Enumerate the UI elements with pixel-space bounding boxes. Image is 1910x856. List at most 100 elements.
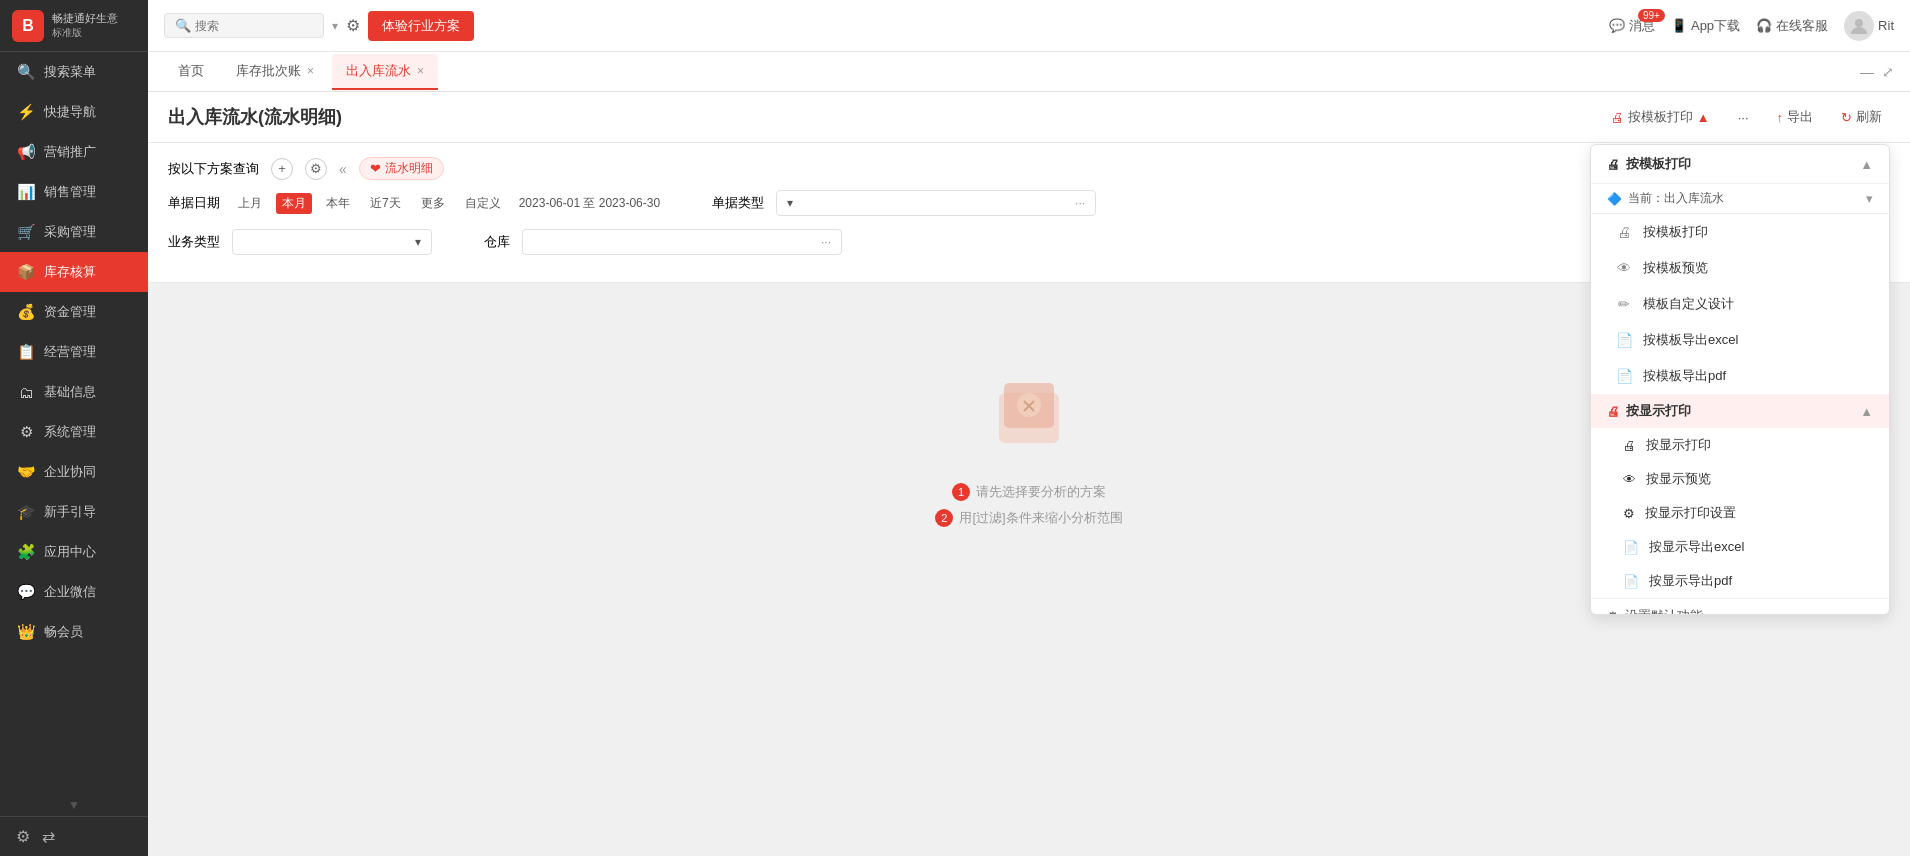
date-opt-this-year[interactable]: 本年 bbox=[320, 193, 356, 214]
business-type-select[interactable]: ▾ bbox=[232, 229, 432, 255]
sidebar-item-purchase[interactable]: 🛒 采购管理 bbox=[0, 212, 148, 252]
filter-add-btn[interactable]: + bbox=[271, 158, 293, 180]
tip-text-1: 请先选择要分析的方案 bbox=[976, 483, 1106, 501]
empty-tip-1: 1 请先选择要分析的方案 bbox=[952, 483, 1106, 501]
sidebar-item-guide[interactable]: 🎓 新手引导 bbox=[0, 492, 148, 532]
dropdown-header-title: 🖨 按模板打印 bbox=[1607, 155, 1691, 173]
export-btn[interactable]: ↑ 导出 bbox=[1769, 104, 1822, 130]
dropdown-item-display-settings[interactable]: ⚙ 按显示打印设置 bbox=[1591, 496, 1889, 530]
sidebar-scroll: 🔍 搜索菜单 ⚡ 快捷导航 📢 营销推广 📊 销售管理 🛒 采购管理 📦 库存核… bbox=[0, 52, 148, 794]
print-dropdown-panel: 🖨 按模板打印 ▲ 🔷 当前：出入库流水 ▾ 🖨 按模板打印 bbox=[1590, 144, 1890, 615]
sidebar-item-sales[interactable]: 📊 销售管理 bbox=[0, 172, 148, 212]
user-menu[interactable]: Rit bbox=[1844, 11, 1894, 41]
display-printer-icon: 🖨 bbox=[1607, 404, 1620, 419]
dropdown-item-label: 按显示打印 bbox=[1646, 436, 1711, 454]
dropdown-item-template-pdf[interactable]: 📄 按模板导出pdf bbox=[1591, 358, 1889, 394]
date-opt-custom[interactable]: 自定义 bbox=[459, 193, 507, 214]
refresh-btn[interactable]: ↻ 刷新 bbox=[1833, 104, 1890, 130]
sidebar-item-label: 搜索菜单 bbox=[44, 63, 96, 81]
topbar-search-chevron[interactable]: ▾ bbox=[332, 19, 338, 33]
sidebar-scroll-down[interactable]: ▼ bbox=[0, 794, 148, 816]
topbar-gear-icon[interactable]: ⚙ bbox=[346, 16, 360, 35]
dropdown-item-template-preview[interactable]: 👁 按模板预览 bbox=[1591, 250, 1889, 286]
date-opt-this-month[interactable]: 本月 bbox=[276, 193, 312, 214]
sidebar-item-label: 基础信息 bbox=[44, 383, 96, 401]
message-btn[interactable]: 💬 消息 99+ bbox=[1609, 17, 1655, 35]
sidebar-item-quicknav[interactable]: ⚡ 快捷导航 bbox=[0, 92, 148, 132]
sidebar-item-system[interactable]: ⚙ 系统管理 bbox=[0, 412, 148, 452]
print-template-label: 按模板打印 bbox=[1628, 108, 1693, 126]
user-name: Rit bbox=[1878, 18, 1894, 33]
sidebar-item-collab[interactable]: 🤝 企业协同 bbox=[0, 452, 148, 492]
tab-home[interactable]: 首页 bbox=[164, 54, 218, 90]
display-section-label: 按显示打印 bbox=[1626, 402, 1691, 420]
trial-button[interactable]: 体验行业方案 bbox=[368, 11, 474, 41]
sidebar-item-finance[interactable]: 💰 资金管理 bbox=[0, 292, 148, 332]
date-opt-more[interactable]: 更多 bbox=[415, 193, 451, 214]
dropdown-item-template-excel[interactable]: 📄 按模板导出excel bbox=[1591, 322, 1889, 358]
filter-settings-btn[interactable]: ⚙ bbox=[305, 158, 327, 180]
date-opt-last-month[interactable]: 上月 bbox=[232, 193, 268, 214]
tab-batch[interactable]: 库存批次账 × bbox=[222, 54, 328, 90]
sidebar-item-appcenter[interactable]: 🧩 应用中心 bbox=[0, 532, 148, 572]
sidebar-item-basic[interactable]: 🗂 基础信息 bbox=[0, 372, 148, 412]
sidebar-item-label: 快捷导航 bbox=[44, 103, 96, 121]
sidebar-item-inventory[interactable]: 📦 库存核算 bbox=[0, 252, 148, 292]
sidebar-item-search[interactable]: 🔍 搜索菜单 bbox=[0, 52, 148, 92]
display-excel-icon: 📄 bbox=[1623, 540, 1639, 555]
sidebar-item-label: 营销推广 bbox=[44, 143, 96, 161]
warehouse-more[interactable]: ··· bbox=[821, 235, 831, 249]
warehouse-select[interactable]: ··· bbox=[522, 229, 842, 255]
online-service-btn[interactable]: 🎧 在线客服 bbox=[1756, 17, 1828, 35]
topbar-search-box[interactable]: 🔍 bbox=[164, 13, 324, 38]
sidebar-item-member[interactable]: 👑 畅会员 bbox=[0, 612, 148, 652]
dropdown-item-display-preview[interactable]: 👁 按显示预览 bbox=[1591, 462, 1889, 496]
current-chevron[interactable]: ▾ bbox=[1866, 191, 1873, 206]
display-pdf-icon: 📄 bbox=[1623, 574, 1639, 589]
dropdown-items: 🖨 按模板打印 👁 按模板预览 ✏ 模板自定义设计 📄 bbox=[1591, 214, 1889, 614]
operations-icon: 📋 bbox=[16, 342, 36, 362]
page-header: 出入库流水(流水明细) 🖨 按模板打印 ▲ ··· ↑ 导出 ↻ 刷新 bbox=[148, 92, 1910, 143]
dropdown-item-display-excel[interactable]: 📄 按显示导出excel bbox=[1591, 530, 1889, 564]
sales-icon: 📊 bbox=[16, 182, 36, 202]
sidebar-item-label: 畅会员 bbox=[44, 623, 83, 641]
footer-chevron[interactable]: ▾ bbox=[1866, 609, 1873, 615]
dropdown-item-template-print[interactable]: 🖨 按模板打印 bbox=[1591, 214, 1889, 250]
tab-expand-icon[interactable]: ⤢ bbox=[1882, 64, 1894, 80]
tab-flow-close[interactable]: × bbox=[417, 64, 424, 78]
settings-icon[interactable]: ⚙ bbox=[16, 827, 30, 846]
sidebar-item-marketing[interactable]: 📢 营销推广 bbox=[0, 132, 148, 172]
printer-icon: 🖨 bbox=[1611, 110, 1624, 125]
sidebar-item-wechat[interactable]: 💬 企业微信 bbox=[0, 572, 148, 612]
sidebar: B 畅捷通好生意 标准版 🔍 搜索菜单 ⚡ 快捷导航 📢 营销推广 📊 销售管理… bbox=[0, 0, 148, 856]
sidebar-item-label: 企业协同 bbox=[44, 463, 96, 481]
filter-collapse-arrow[interactable]: « bbox=[339, 161, 347, 177]
dropdown-footer[interactable]: ⚙ 设置默认功能 ▾ bbox=[1591, 598, 1889, 614]
doc-type-select[interactable]: ▾ ··· bbox=[776, 190, 1096, 216]
dropdown-item-label: 按模板导出excel bbox=[1643, 331, 1738, 349]
sidebar-item-operations[interactable]: 📋 经营管理 bbox=[0, 332, 148, 372]
dropdown-item-display-pdf[interactable]: 📄 按显示导出pdf bbox=[1591, 564, 1889, 598]
tab-batch-close[interactable]: × bbox=[307, 64, 314, 78]
doc-type-more[interactable]: ··· bbox=[1075, 196, 1085, 210]
dropdown-header-chevron[interactable]: ▲ bbox=[1860, 157, 1873, 172]
date-opt-7days[interactable]: 近7天 bbox=[364, 193, 407, 214]
tab-minimize-icon[interactable]: — bbox=[1860, 64, 1874, 80]
ellipsis-btn[interactable]: ··· bbox=[1730, 106, 1757, 129]
expand-icon[interactable]: ⇄ bbox=[42, 827, 55, 846]
filter-tag-label: 流水明细 bbox=[385, 160, 433, 177]
dropdown-item-display-print[interactable]: 🖨 按显示打印 bbox=[1591, 428, 1889, 462]
section-chevron-up-icon[interactable]: ▲ bbox=[1860, 404, 1873, 419]
search-input[interactable] bbox=[195, 19, 295, 33]
date-filter: 上月 本月 本年 近7天 更多 自定义 2023-06-01 至 2023-06… bbox=[232, 193, 660, 214]
sidebar-item-label: 应用中心 bbox=[44, 543, 96, 561]
dropdown-item-template-custom[interactable]: ✏ 模板自定义设计 bbox=[1591, 286, 1889, 322]
print-template-btn[interactable]: 🖨 按模板打印 ▲ bbox=[1603, 104, 1718, 130]
refresh-icon: ↻ bbox=[1841, 110, 1852, 125]
tab-flow[interactable]: 出入库流水 × bbox=[332, 54, 438, 90]
ellipsis-icon: ··· bbox=[1738, 110, 1749, 125]
member-icon: 👑 bbox=[16, 622, 36, 642]
guide-icon: 🎓 bbox=[16, 502, 36, 522]
app-download-btn[interactable]: 📱 App下载 bbox=[1671, 17, 1740, 35]
sidebar-item-label: 企业微信 bbox=[44, 583, 96, 601]
